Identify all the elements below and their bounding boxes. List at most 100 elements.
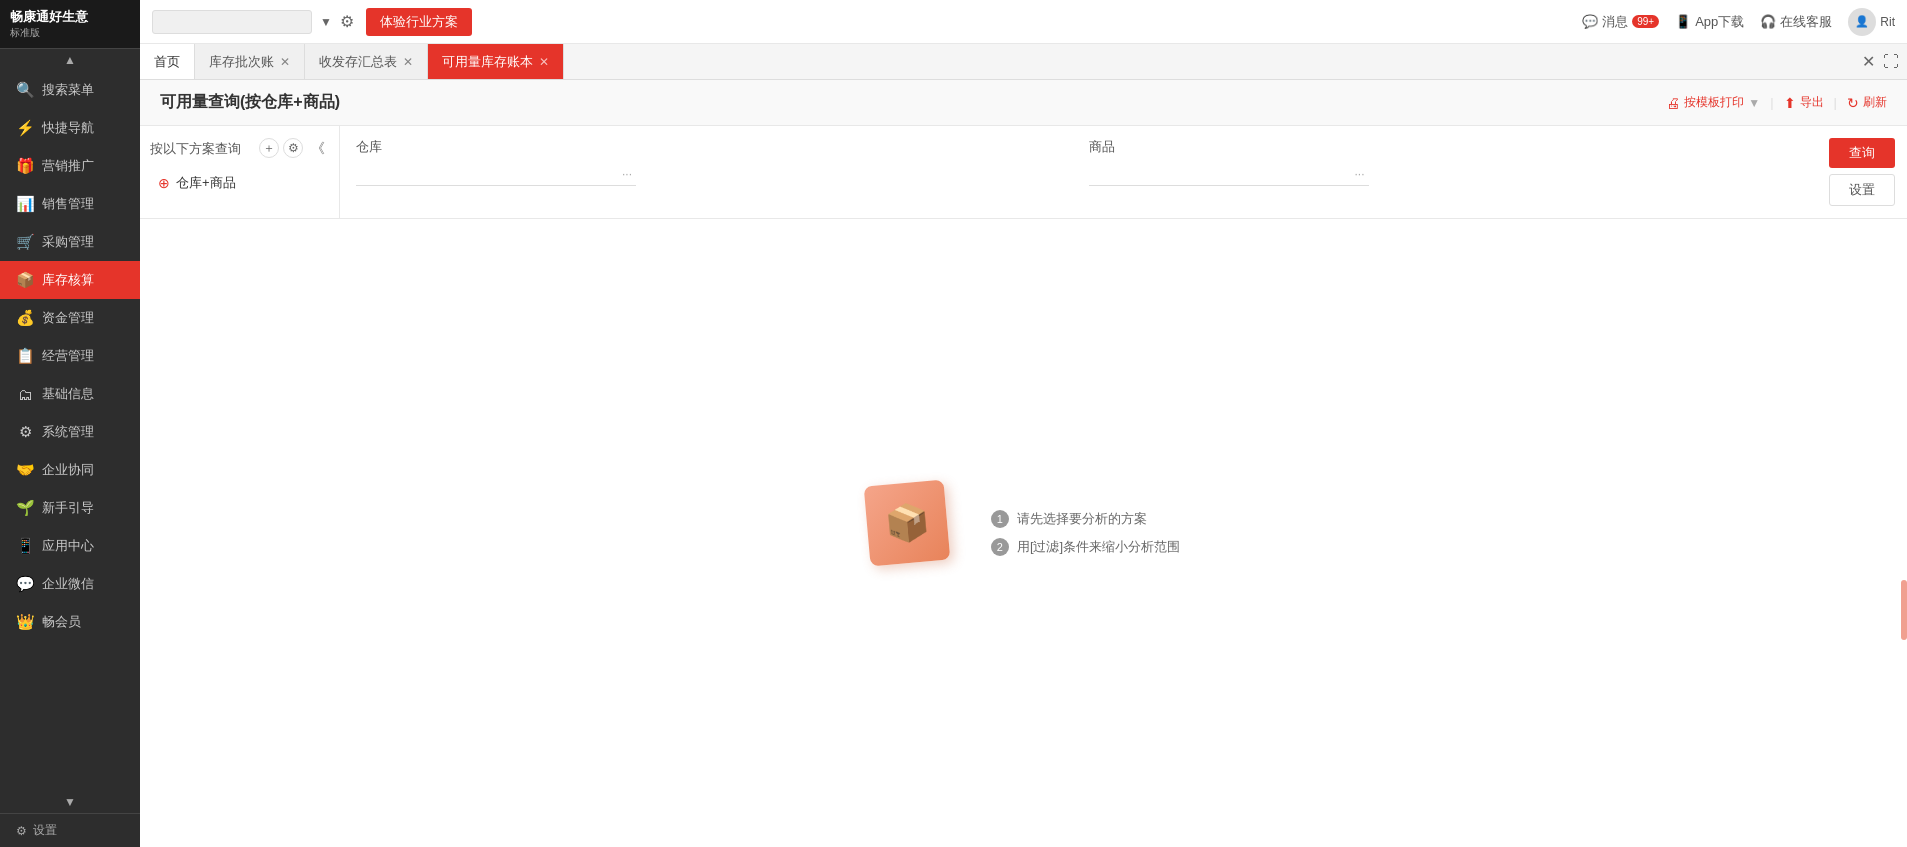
topbar-search-input[interactable]: [152, 10, 312, 34]
tab-receive-summary-close[interactable]: ✕: [403, 55, 413, 69]
scheme-warehouse-icon: ⊕: [158, 175, 170, 191]
tab-batch-account-label: 库存批次账: [209, 53, 274, 71]
empty-tips: 1 请先选择要分析的方案 2 用[过滤]条件来缩小分析范围: [991, 510, 1180, 556]
user-profile[interactable]: 👤 Rit: [1848, 8, 1895, 36]
export-btn[interactable]: ⬆ 导出: [1784, 94, 1824, 111]
trial-btn[interactable]: 体验行业方案: [366, 8, 472, 36]
tabs-bar: 首页 库存批次账 ✕ 收发存汇总表 ✕ 可用量库存账本 ✕ ✕ ⛶: [140, 44, 1907, 80]
sidebar-item-label-wechat: 企业微信: [42, 575, 94, 593]
topbar-dropdown-icon[interactable]: ▼: [320, 15, 332, 29]
sidebar-item-system[interactable]: ⚙ 系统管理: [0, 413, 140, 451]
settings-icon: ⚙: [16, 824, 27, 838]
sidebar-item-inventory[interactable]: 📦 库存核算: [0, 261, 140, 299]
add-scheme-btn[interactable]: ＋: [259, 138, 279, 158]
message-icon: 💬: [1582, 14, 1598, 29]
sidebar-item-label-sales: 销售管理: [42, 195, 94, 213]
system-icon: ⚙: [16, 423, 34, 441]
tab-home[interactable]: 首页: [140, 44, 195, 79]
empty-illustration: [867, 483, 967, 583]
empty-tip-2: 2 用[过滤]条件来缩小分析范围: [991, 538, 1180, 556]
topbar: ▼ ⚙ 体验行业方案 💬 消息 99+ 📱 App下载 🎧 在线客服 👤 Rit: [140, 0, 1907, 44]
sidebar-item-sales[interactable]: 📊 销售管理: [0, 185, 140, 223]
collapse-scheme-btn[interactable]: 《: [307, 138, 329, 160]
quick-nav-icon: ⚡: [16, 119, 34, 137]
sidebar-settings[interactable]: ⚙ 设置: [0, 813, 140, 847]
sidebar-item-newbie[interactable]: 🌱 新手引导: [0, 489, 140, 527]
tab-batch-account-close[interactable]: ✕: [280, 55, 290, 69]
sidebar-item-enterprise[interactable]: 🤝 企业协同: [0, 451, 140, 489]
tab-batch-account[interactable]: 库存批次账 ✕: [195, 44, 305, 79]
finance-icon: 💰: [16, 309, 34, 327]
scheme-item-warehouse-goods[interactable]: ⊕ 仓库+商品: [150, 168, 329, 198]
sidebar-item-quick-nav[interactable]: ⚡ 快捷导航: [0, 109, 140, 147]
tab-expand-btn[interactable]: ⛶: [1883, 53, 1899, 71]
filter-goods-input[interactable]: [1089, 162, 1351, 185]
online-service-btn[interactable]: 🎧 在线客服: [1760, 13, 1832, 31]
tip-text-2: 用[过滤]条件来缩小分析范围: [1017, 538, 1180, 556]
sidebar-item-label-basic: 基础信息: [42, 385, 94, 403]
purchase-icon: 🛒: [16, 233, 34, 251]
page-header: 可用量查询(按仓库+商品) 🖨 按模板打印 ▼ | ⬆ 导出 | ↻ 刷新: [140, 80, 1907, 126]
tab-close-all-btn[interactable]: ✕: [1862, 52, 1875, 71]
tab-available-qty[interactable]: 可用量库存账本 ✕: [428, 44, 564, 79]
sidebar-item-label-inventory: 库存核算: [42, 271, 94, 289]
filter-warehouse-group: 仓库 ···: [356, 138, 1069, 186]
action-buttons: 查询 设置: [1817, 126, 1907, 218]
filter-warehouse-dots[interactable]: ···: [618, 163, 636, 185]
username: Rit: [1880, 15, 1895, 29]
avatar: 👤: [1848, 8, 1876, 36]
edit-scheme-btn[interactable]: ⚙: [283, 138, 303, 158]
sidebar-item-label-system: 系统管理: [42, 423, 94, 441]
sidebar-item-label-operation: 经营管理: [42, 347, 94, 365]
sidebar-item-label-app-center: 应用中心: [42, 537, 94, 555]
tip-num-2: 2: [991, 538, 1009, 556]
search-icon: 🔍: [16, 81, 34, 99]
query-area: 按以下方案查询 ＋ ⚙ 《 ⊕ 仓库+商品 仓库: [140, 126, 1907, 219]
sidebar-item-basic[interactable]: 🗂 基础信息: [0, 375, 140, 413]
sidebar-item-finance[interactable]: 💰 资金管理: [0, 299, 140, 337]
tab-available-qty-close[interactable]: ✕: [539, 55, 549, 69]
sidebar-scroll-up[interactable]: ▲: [0, 49, 140, 71]
filter-area: 仓库 ··· 商品 ···: [340, 126, 1817, 218]
sidebar-item-member[interactable]: 👑 畅会员: [0, 603, 140, 641]
settings-btn[interactable]: 设置: [1829, 174, 1895, 206]
query-btn[interactable]: 查询: [1829, 138, 1895, 168]
sidebar-item-operation[interactable]: 📋 经营管理: [0, 337, 140, 375]
refresh-label: 刷新: [1863, 94, 1887, 111]
tab-receive-summary[interactable]: 收发存汇总表 ✕: [305, 44, 428, 79]
sidebar-item-purchase[interactable]: 🛒 采购管理: [0, 223, 140, 261]
sidebar-item-search[interactable]: 🔍 搜索菜单: [0, 71, 140, 109]
topbar-gear-icon[interactable]: ⚙: [340, 12, 354, 31]
print-icon: 🖨: [1666, 95, 1680, 111]
print-template-btn[interactable]: 🖨 按模板打印 ▼: [1666, 94, 1760, 111]
divider2: |: [1834, 95, 1837, 110]
app-download-btn[interactable]: 📱 App下载: [1675, 13, 1744, 31]
sidebar-item-app-center[interactable]: 📱 应用中心: [0, 527, 140, 565]
export-label: 导出: [1800, 94, 1824, 111]
filter-goods-dots[interactable]: ···: [1350, 163, 1368, 185]
app-download-label: App下载: [1695, 13, 1744, 31]
phone-icon: 📱: [1675, 14, 1691, 29]
topbar-right: 💬 消息 99+ 📱 App下载 🎧 在线客服 👤 Rit: [1582, 8, 1895, 36]
refresh-icon: ↻: [1847, 95, 1859, 111]
print-template-label: 按模板打印: [1684, 94, 1744, 111]
newbie-icon: 🌱: [16, 499, 34, 517]
tab-receive-summary-label: 收发存汇总表: [319, 53, 397, 71]
refresh-btn[interactable]: ↻ 刷新: [1847, 94, 1887, 111]
sidebar-item-label-finance: 资金管理: [42, 309, 94, 327]
page-title: 可用量查询(按仓库+商品): [160, 92, 340, 113]
settings-label: 设置: [33, 822, 57, 839]
sidebar-item-wechat[interactable]: 💬 企业微信: [0, 565, 140, 603]
scheme-actions: ＋ ⚙ 《: [259, 138, 329, 160]
filter-goods-group: 商品 ···: [1089, 138, 1802, 186]
operation-icon: 📋: [16, 347, 34, 365]
sidebar-item-marketing[interactable]: 🎁 营销推广: [0, 147, 140, 185]
filter-warehouse-input[interactable]: [356, 162, 618, 185]
message-btn[interactable]: 💬 消息 99+: [1582, 13, 1659, 31]
scheme-warehouse-label: 仓库+商品: [176, 174, 236, 192]
content-area: 可用量查询(按仓库+商品) 🖨 按模板打印 ▼ | ⬆ 导出 | ↻ 刷新: [140, 80, 1907, 847]
right-scrollbar[interactable]: [1901, 580, 1907, 640]
sidebar-item-label-purchase: 采购管理: [42, 233, 94, 251]
basic-icon: 🗂: [16, 386, 34, 403]
sidebar-scroll-down[interactable]: ▼: [0, 791, 140, 813]
